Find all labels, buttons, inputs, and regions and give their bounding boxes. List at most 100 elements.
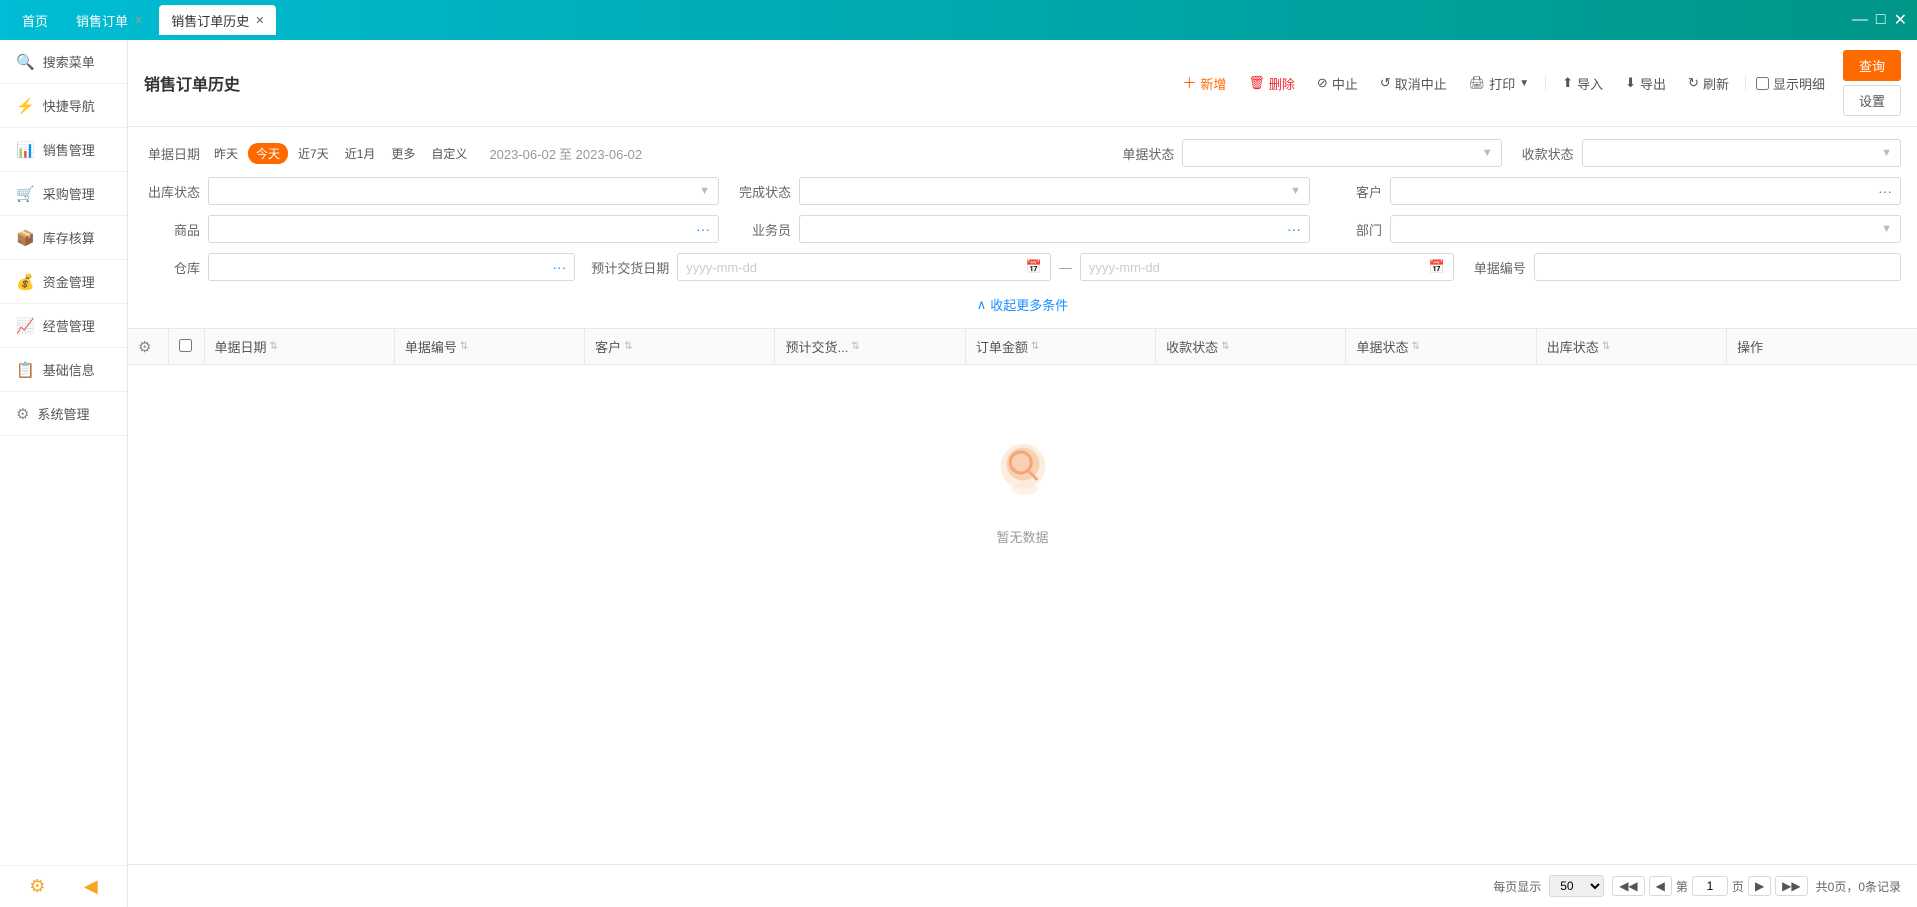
- completion-status-arrow-icon: ▼: [1290, 185, 1301, 197]
- salesperson-ellipsis-icon[interactable]: ···: [1287, 221, 1301, 237]
- delete-button[interactable]: 🗑 删除: [1242, 70, 1301, 97]
- sidebar-item-system-mgmt[interactable]: ⚙ 系统管理: [0, 392, 127, 436]
- date-yesterday-btn[interactable]: 昨天: [208, 143, 244, 164]
- calendar-to-icon[interactable]: 📅: [1429, 259, 1445, 275]
- date-separator: —: [1059, 260, 1072, 275]
- filter-order-number-input[interactable]: [1534, 253, 1901, 281]
- operations-icon: 📈: [16, 317, 35, 335]
- sidebar-item-quick-nav[interactable]: ⚡ 快捷导航: [0, 84, 127, 128]
- main-layout: 🔍 搜索菜单 ⚡ 快捷导航 📊 销售管理 🛒 采购管理 📦 库存核算 💰 资金管…: [0, 40, 1917, 907]
- col-settings: ⚙: [128, 329, 168, 365]
- display-detail-toggle[interactable]: 显示明细: [1756, 74, 1825, 93]
- display-detail-checkbox[interactable]: [1756, 77, 1769, 90]
- date-1month-btn[interactable]: 近1月: [339, 143, 382, 164]
- sidebar-item-purchase-mgmt[interactable]: 🛒 采购管理: [0, 172, 127, 216]
- sidebar-item-sales-mgmt[interactable]: 📊 销售管理: [0, 128, 127, 172]
- minimize-icon[interactable]: —: [1852, 11, 1868, 29]
- date-today-btn[interactable]: 今天: [248, 143, 288, 164]
- date-quick-buttons: 昨天 今天 近7天 近1月 更多 自定义: [208, 143, 473, 164]
- filter-stock-status-label: 出库状态: [144, 182, 200, 201]
- last-page-button[interactable]: ▶▶: [1775, 876, 1807, 896]
- tab-sales-order-history[interactable]: 销售订单历史 ✕: [159, 5, 276, 35]
- sidebar-collapse-icon[interactable]: ◀: [84, 876, 98, 897]
- filter-warehouse-select[interactable]: ···: [208, 253, 575, 281]
- filter-salesperson-select[interactable]: ···: [799, 215, 1310, 243]
- sidebar-item-operations[interactable]: 📈 经营管理: [0, 304, 127, 348]
- filter-customer-label: 客户: [1326, 182, 1382, 201]
- cancel-stop-label: 取消中止: [1395, 74, 1447, 93]
- tab-sales-order-close[interactable]: ✕: [134, 14, 143, 27]
- system-mgmt-icon: ⚙: [16, 405, 29, 423]
- filter-receipt-status-label: 收款状态: [1518, 144, 1574, 163]
- tab-home[interactable]: 首页: [10, 5, 60, 35]
- col-customer-label: 客户: [595, 337, 621, 356]
- sidebar-item-purchase-mgmt-label: 采购管理: [43, 184, 95, 203]
- prev-page-button[interactable]: ◀: [1649, 876, 1672, 896]
- calendar-from-icon[interactable]: 📅: [1026, 259, 1042, 275]
- import-button[interactable]: ⬆ 导入: [1556, 70, 1609, 97]
- page-number-input[interactable]: [1692, 876, 1728, 896]
- tab-sales-order[interactable]: 销售订单 ✕: [64, 5, 155, 35]
- customer-ellipsis-icon[interactable]: ···: [1878, 183, 1892, 199]
- filter-department-select[interactable]: ▼: [1390, 215, 1901, 243]
- table-area: ⚙ 单据日期 ⇅: [128, 329, 1917, 864]
- filter-department-item: 部门 ▼: [1326, 215, 1901, 243]
- toolbar-divider-2: [1745, 75, 1746, 91]
- date-more-btn[interactable]: 更多: [385, 143, 421, 164]
- query-button[interactable]: 查询: [1843, 50, 1901, 81]
- sidebar-bottom: ⚙ ◀: [0, 865, 127, 907]
- purchase-mgmt-icon: 🛒: [16, 185, 35, 203]
- sidebar-item-search-menu[interactable]: 🔍 搜索菜单: [0, 40, 127, 84]
- col-customer-sort-icon[interactable]: ⇅: [624, 341, 632, 352]
- maximize-icon[interactable]: □: [1876, 11, 1886, 29]
- filter-department-label: 部门: [1326, 220, 1382, 239]
- filter-salesperson-item: 业务员 ···: [735, 215, 1310, 243]
- sidebar-item-inventory[interactable]: 📦 库存核算: [0, 216, 127, 260]
- sidebar-item-basic-info[interactable]: 📋 基础信息: [0, 348, 127, 392]
- page-size-select[interactable]: 20 50 100: [1549, 875, 1604, 897]
- product-ellipsis-icon[interactable]: ···: [696, 221, 710, 237]
- expected-date-from-input[interactable]: yyyy-mm-dd 📅: [677, 253, 1051, 281]
- next-page-button[interactable]: ▶: [1748, 876, 1771, 896]
- first-page-button[interactable]: ◀◀: [1612, 876, 1644, 896]
- sidebar-item-search-menu-label: 搜索菜单: [43, 52, 95, 71]
- col-order-status-sort-icon[interactable]: ⇅: [1411, 341, 1419, 352]
- refresh-button[interactable]: ↻ 刷新: [1682, 70, 1735, 97]
- warehouse-ellipsis-icon[interactable]: ···: [552, 259, 566, 275]
- col-date-sort-icon[interactable]: ⇅: [270, 341, 278, 352]
- filter-customer-select[interactable]: ···: [1390, 177, 1901, 205]
- date-custom-btn[interactable]: 自定义: [425, 143, 473, 164]
- filter-order-status-select[interactable]: ▼: [1182, 139, 1501, 167]
- filter-product-select[interactable]: ···: [208, 215, 719, 243]
- cancel-stop-button[interactable]: ↺ 取消中止: [1374, 70, 1453, 97]
- filter-row-3: 商品 ··· 业务员 ··· 部门: [144, 215, 1901, 243]
- export-button[interactable]: ⬇ 导出: [1619, 70, 1672, 97]
- table-settings-icon[interactable]: ⚙: [138, 339, 151, 356]
- filter-date-label: 单据日期: [144, 144, 200, 163]
- sidebar-settings-icon[interactable]: ⚙: [29, 876, 45, 897]
- sidebar-item-finance[interactable]: 💰 资金管理: [0, 260, 127, 304]
- delete-label: 删除: [1269, 74, 1295, 93]
- filter-stock-status-select[interactable]: ▼: [208, 177, 719, 205]
- filter-receipt-status-select[interactable]: ▼: [1582, 139, 1901, 167]
- col-expected-delivery-sort-icon[interactable]: ⇅: [851, 341, 859, 352]
- collapse-row[interactable]: ∧ 收起更多条件: [144, 291, 1901, 316]
- col-amount-sort-icon[interactable]: ⇅: [1031, 341, 1039, 352]
- settings-button[interactable]: 设置: [1843, 85, 1901, 116]
- col-stock-status-sort-icon[interactable]: ⇅: [1602, 341, 1610, 352]
- stop-button[interactable]: ⊘ 中止: [1311, 70, 1364, 97]
- sidebar-item-operations-label: 经营管理: [43, 316, 95, 335]
- delete-icon: 🗑: [1248, 75, 1265, 91]
- tab-sales-order-history-close[interactable]: ✕: [255, 14, 264, 27]
- date-7days-btn[interactable]: 近7天: [292, 143, 335, 164]
- expected-date-to-input[interactable]: yyyy-mm-dd 📅: [1080, 253, 1454, 281]
- col-number-sort-icon[interactable]: ⇅: [460, 341, 468, 352]
- select-all-checkbox[interactable]: [179, 339, 192, 352]
- print-button[interactable]: 🖨 打印 ▼: [1463, 70, 1535, 97]
- new-button[interactable]: ＋ 新增: [1176, 69, 1232, 97]
- col-receipt-status-sort-icon[interactable]: ⇅: [1221, 341, 1229, 352]
- close-window-icon[interactable]: ✕: [1894, 10, 1907, 30]
- filter-completion-status-select[interactable]: ▼: [799, 177, 1310, 205]
- page-content: 销售订单历史 ＋ 新增 🗑 删除 ⊘ 中止 ↺: [128, 40, 1917, 907]
- refresh-icon: ↻: [1688, 75, 1699, 91]
